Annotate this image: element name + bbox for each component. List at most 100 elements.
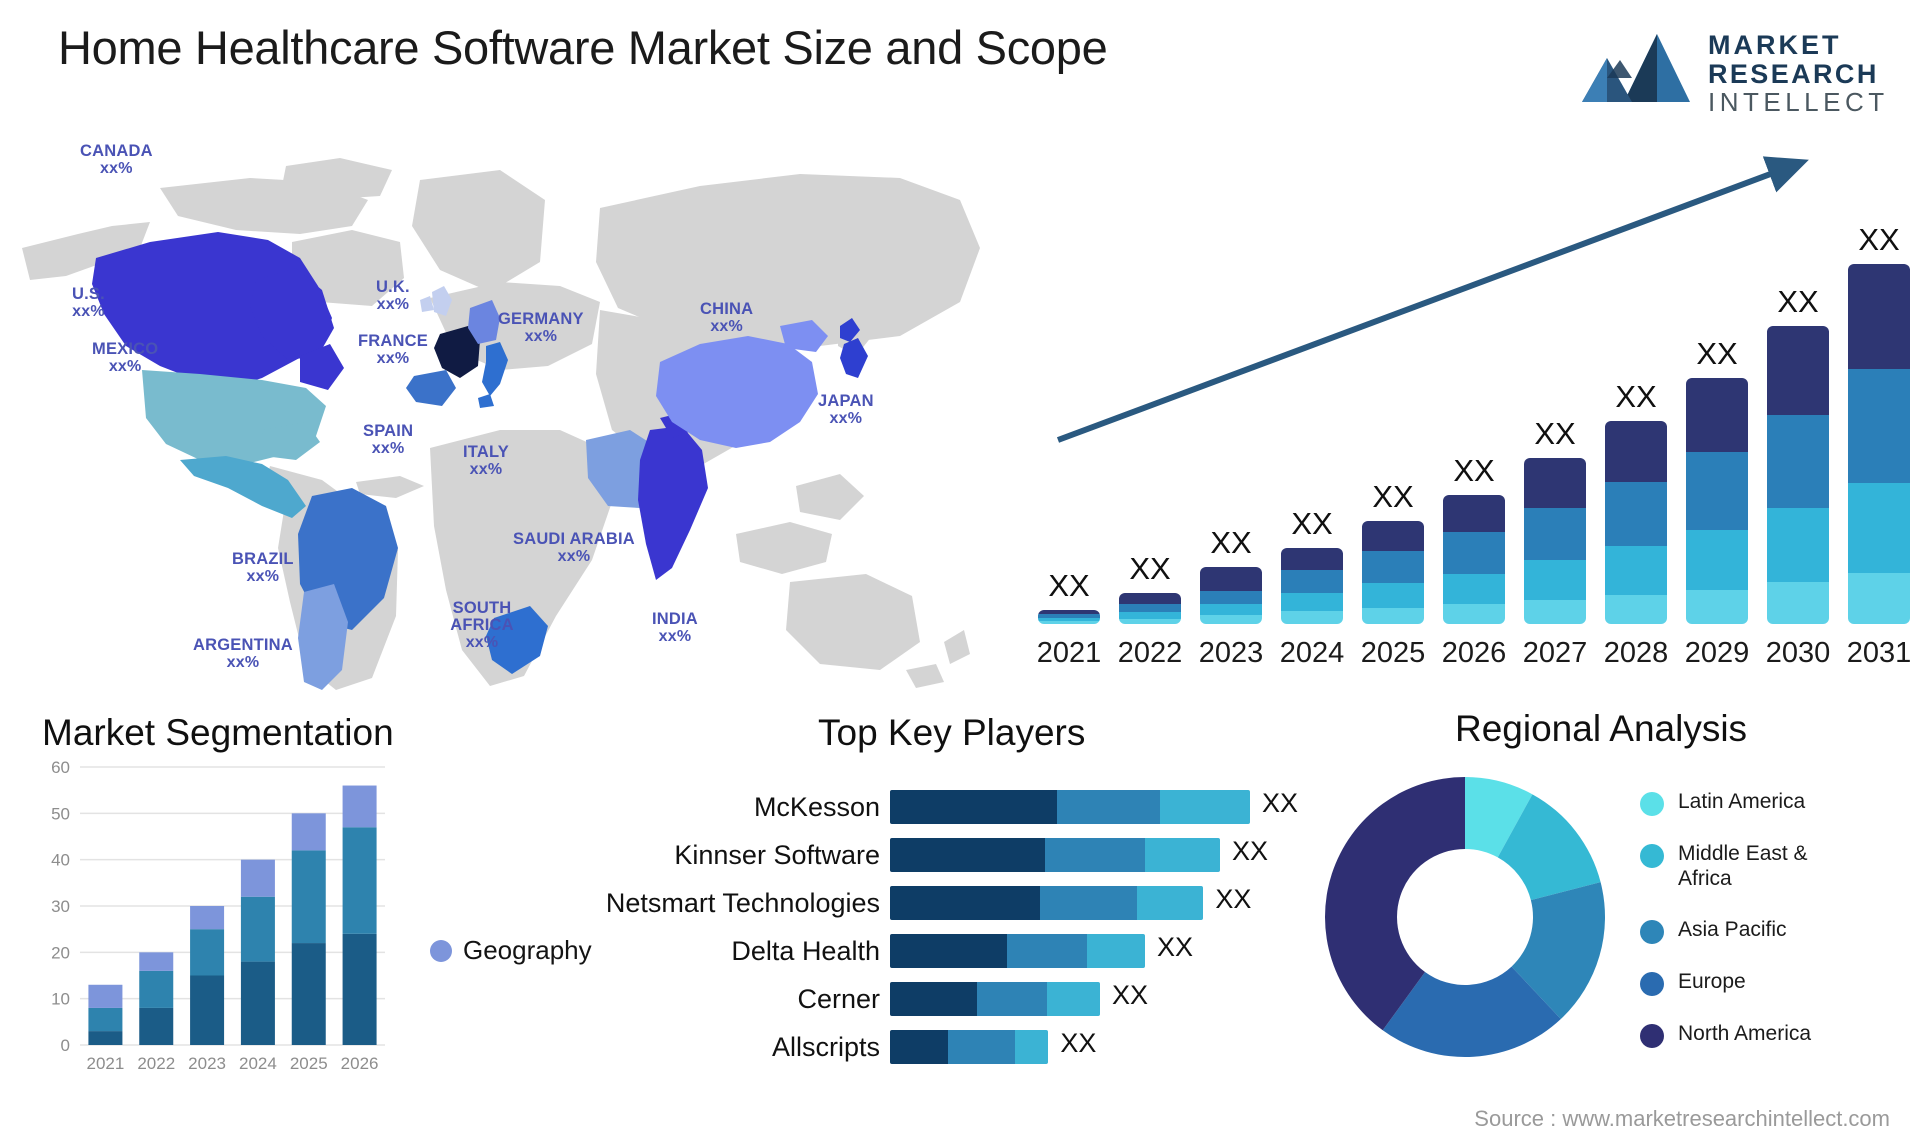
growth-bar-year-2021: 2021 — [1036, 637, 1102, 669]
growth-bar-value-label: XX — [1372, 479, 1414, 514]
player-bar-segment-seg-mid — [1045, 838, 1145, 872]
growth-bar-segment-segment-3 — [1200, 590, 1262, 605]
segmentation-bar-2025-segment-dark — [291, 943, 326, 1045]
regional-donut-svg — [1325, 777, 1605, 1057]
growth-bar-segment-segment-3 — [1767, 414, 1829, 509]
growth-bar-value-label: XX — [1210, 525, 1252, 560]
world-map-block: CANADA xx% U.S. xx% MEXICO xx% U.K. xx% … — [0, 130, 1000, 690]
growth-bar-segment-segment-3 — [1686, 452, 1748, 530]
player-row: Kinnser Software XX — [640, 836, 1340, 872]
regional-legend-swatch — [1640, 971, 1664, 996]
segmentation-bar-2026-segment-light — [342, 785, 377, 828]
player-row: Cerner XX — [640, 980, 1340, 1016]
segmentation-ytick: 50 — [51, 804, 70, 823]
player-bar-segment-seg-light — [1014, 1030, 1049, 1064]
growth-bar-segment-segment-2 — [1605, 546, 1667, 595]
regional-legend-label: North America — [1678, 1021, 1812, 1045]
growth-bar-year-2028: 2028 — [1603, 637, 1669, 669]
growth-bar-value-label: XX — [1858, 222, 1900, 257]
player-bar — [890, 1030, 1049, 1064]
market-segmentation-chart: 0 10 20 30 40 50 60 2021 2022 2023 2024 2025 2026 Ge… — [30, 755, 650, 1135]
growth-bar-segment-segment-4 — [1362, 521, 1424, 551]
growth-bar-2030 — [1767, 326, 1829, 624]
segmentation-ytick: 60 — [51, 758, 70, 777]
growth-bar-segment-segment-2 — [1524, 559, 1586, 600]
source-note: Source : www.marketresearchintellect.com — [1474, 1106, 1890, 1131]
segmentation-bar-2026-segment-dark — [342, 933, 377, 1045]
player-bar-segment-seg-dark — [890, 934, 1007, 968]
growth-bar-segment-segment-4 — [1605, 421, 1667, 482]
segmentation-xtick-2023: 2023 — [188, 1054, 226, 1073]
growth-bar-segment-segment-2 — [1443, 573, 1505, 605]
player-bar-segment-seg-dark — [890, 886, 1040, 920]
player-bar — [890, 886, 1204, 920]
growth-bar-segment-segment-2 — [1848, 482, 1910, 574]
growth-bar-segment-segment-4 — [1200, 567, 1262, 591]
growth-bar-segment-segment-2 — [1362, 583, 1424, 608]
player-bar-segment-seg-dark — [890, 790, 1057, 824]
player-bar-segment-seg-dark — [890, 838, 1045, 872]
growth-bar-segment-segment-4 — [1119, 593, 1181, 604]
segmentation-bar-2021-segment-dark — [88, 1031, 123, 1045]
segmentation-chart-svg: 0 10 20 30 40 50 60 2021 2022 2023 2024 2025 2026 — [51, 758, 385, 1073]
player-row: Netsmart Technologies XX — [606, 884, 1340, 920]
segmentation-bar-2025-segment-mid — [291, 850, 326, 944]
growth-bar-segment-segment-4 — [1524, 458, 1586, 508]
segmentation-bar-2023-segment-dark — [190, 975, 225, 1045]
top-key-players-chart: McKesson XX Kinnser Software XX Netsmart Tec… — [606, 700, 1340, 1140]
growth-bar-value-label: XX — [1453, 453, 1495, 488]
segmentation-ytick: 0 — [61, 1036, 70, 1055]
page-title: Home Healthcare Software Market Size and… — [58, 21, 1108, 74]
growth-bar-segment-segment-1 — [1848, 573, 1910, 624]
player-bar — [890, 838, 1220, 872]
market-research-intellect-logo-svg: MARKET RESEARCH INTELLECT — [1582, 30, 1884, 117]
growth-bar-value-label: XX — [1534, 416, 1576, 451]
player-bar-segment-seg-light — [1136, 886, 1204, 920]
player-name-label: Allscripts — [771, 1032, 880, 1062]
player-bar-segment-seg-mid — [948, 1030, 1015, 1064]
logo-text-research: RESEARCH — [1708, 59, 1879, 89]
growth-bar-year-2024: 2024 — [1279, 637, 1345, 669]
growth-bar-segment-segment-1 — [1767, 582, 1829, 624]
regional-analysis-chart: Latin America Middle East & Africa Asia Pa… — [1290, 700, 1920, 1140]
growth-bar-segment-segment-3 — [1524, 507, 1586, 560]
player-name-label: Delta Health — [731, 936, 880, 966]
logo-text-market: MARKET — [1708, 30, 1842, 60]
growth-bar-segment-segment-3 — [1848, 368, 1910, 483]
growth-bar-segment-segment-1 — [1200, 614, 1262, 624]
segmentation-xtick-2022: 2022 — [137, 1054, 175, 1073]
growth-bar-year-2027: 2027 — [1522, 637, 1588, 669]
segmentation-bar-2026-segment-mid — [342, 827, 377, 934]
growth-bar-segment-segment-4 — [1443, 495, 1505, 533]
growth-bar-2024 — [1281, 548, 1343, 624]
segmentation-bar-2024-segment-light — [240, 859, 275, 897]
segmentation-xtick-2025: 2025 — [290, 1054, 328, 1073]
segmentation-bar-2023-segment-light — [190, 906, 225, 930]
growth-bar-year-2029: 2029 — [1684, 637, 1750, 669]
player-bar-segment-seg-dark — [890, 982, 977, 1016]
player-bar-segment-seg-mid — [1039, 886, 1137, 920]
regional-legend-swatch — [1640, 919, 1664, 944]
growth-bar-segment-segment-1 — [1686, 589, 1748, 624]
segmentation-ytick: 20 — [51, 943, 70, 962]
segmentation-bar-2024-segment-mid — [240, 896, 275, 962]
player-bar-segment-seg-light — [1086, 934, 1145, 968]
growth-bar-2029 — [1686, 378, 1748, 624]
growth-bar-2022 — [1119, 593, 1181, 624]
regional-legend: Latin America Middle East & Africa Asia Pa… — [1640, 790, 1828, 1074]
player-value-label: XX — [1157, 932, 1194, 962]
segmentation-bar-2022-segment-mid — [139, 970, 174, 1008]
segmentation-xtick-2026: 2026 — [341, 1054, 379, 1073]
regional-legend-item: Middle East & Africa — [1640, 842, 1828, 892]
world-map-svg — [22, 158, 980, 690]
player-name-label: McKesson — [753, 792, 880, 822]
growth-bar-segment-segment-4 — [1281, 548, 1343, 570]
segmentation-bar-2021-segment-light — [88, 984, 123, 1008]
segmentation-bar-2021-segment-mid — [88, 1007, 123, 1032]
segmentation-xtick-2021: 2021 — [87, 1054, 125, 1073]
growth-bar-segment-segment-3 — [1443, 532, 1505, 574]
growth-bar-value-label: XX — [1777, 284, 1819, 319]
infographic-page: Home Healthcare Software Market Size and… — [0, 0, 1920, 1146]
legend-label-geography: Geography — [463, 935, 592, 965]
growth-bar-year-2026: 2026 — [1441, 637, 1507, 669]
